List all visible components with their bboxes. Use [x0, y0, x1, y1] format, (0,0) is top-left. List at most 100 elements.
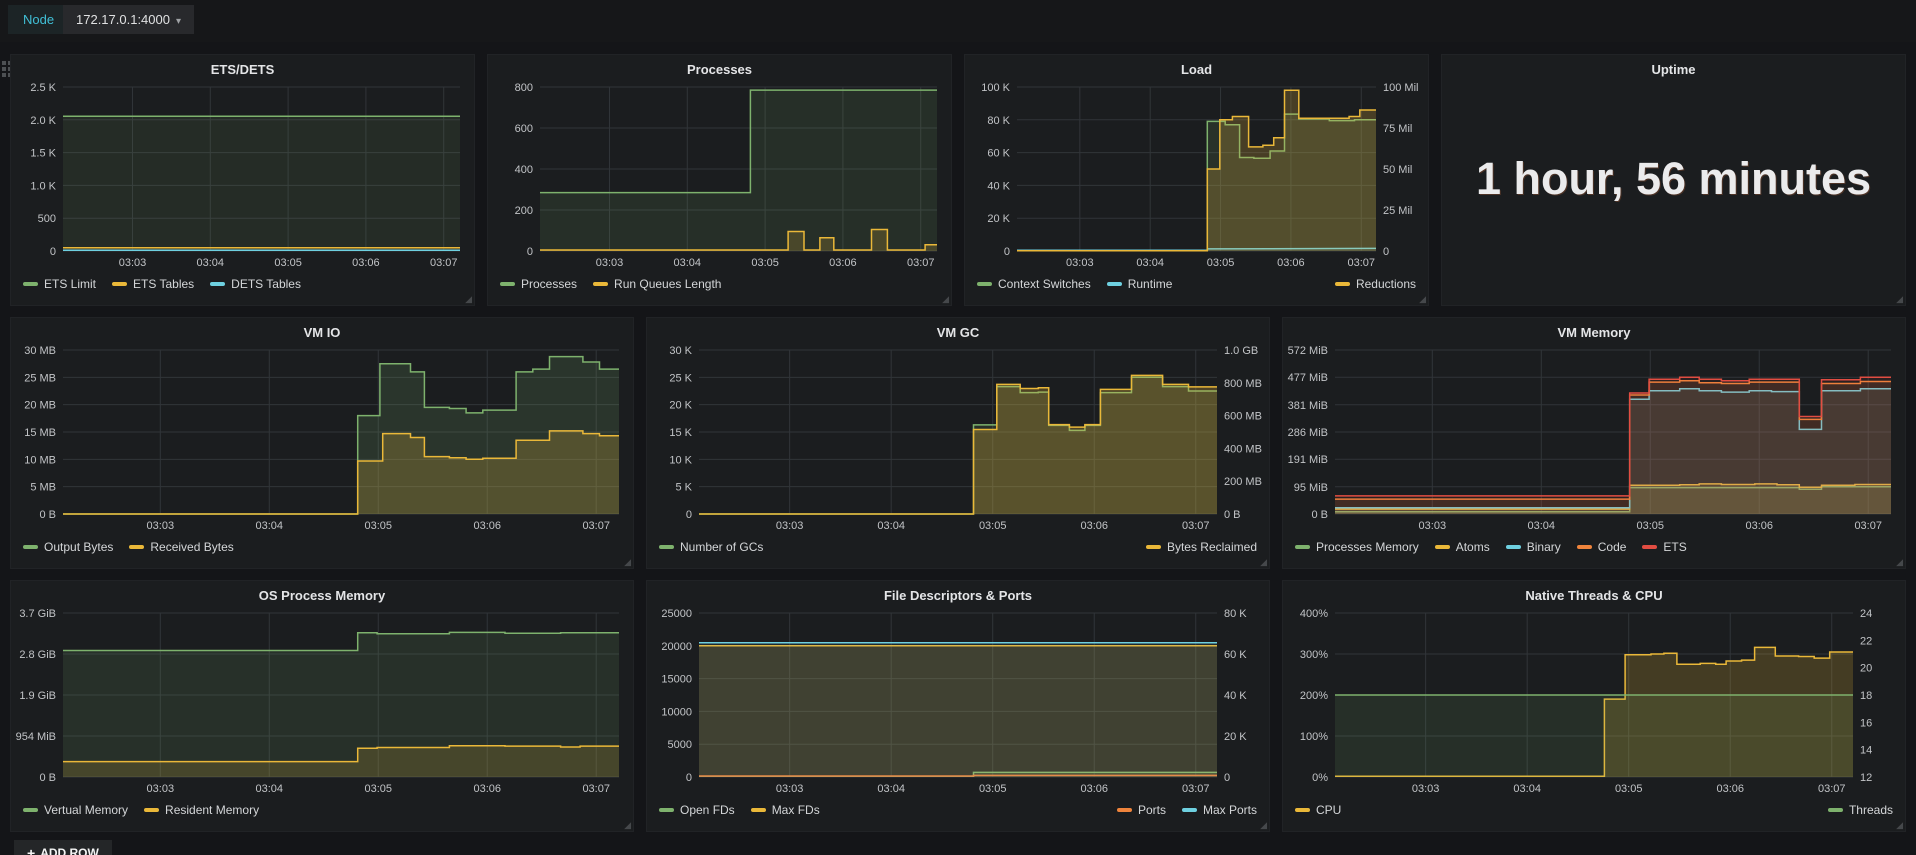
panel-title[interactable]: VM GC: [647, 318, 1269, 342]
panel-resize-handle[interactable]: ◢: [1896, 558, 1903, 567]
legend-item-max-fds[interactable]: Max FDs: [750, 803, 820, 817]
chart-canvas[interactable]: 0 B 954 MiB 1.9 GiB 2.8 GiB 3.7 GiB 03:03 03:0…: [11, 605, 633, 797]
panel-resize-handle[interactable]: ◢: [1260, 821, 1267, 830]
uptime-value: 1 hour, 56 minutes: [1475, 153, 1872, 204]
legend-item-received-bytes[interactable]: Received Bytes: [129, 540, 234, 554]
legend: Context Switches Runtime Reductions: [965, 271, 1428, 297]
y-axis-label: 0: [686, 772, 692, 784]
legend-item-number-of-gcs[interactable]: Number of GCs: [659, 540, 763, 554]
panel-resize-handle[interactable]: ◢: [624, 821, 631, 830]
chart-canvas[interactable]: 0 200 400 600 800 03:03 03:04 03:05 03:06 03:07: [488, 79, 951, 271]
chart-canvas[interactable]: 0 5000 10000 15000 20000 25000 0 20 K 40 K 60 K 80…: [647, 605, 1269, 797]
x-axis-label: 03:06: [1745, 520, 1773, 532]
panel-resize-handle[interactable]: ◢: [624, 558, 631, 567]
y-axis-right-label: 14: [1860, 745, 1872, 757]
panel-title[interactable]: Native Threads & CPU: [1283, 581, 1905, 605]
uptime-singlestat: 1 hour, 56 minutes: [1442, 79, 1905, 279]
legend-label: ETS Limit: [44, 277, 97, 291]
panel-resize-handle[interactable]: ◢: [465, 295, 472, 304]
legend-item-context-switches[interactable]: Context Switches: [977, 277, 1091, 291]
panel-title[interactable]: Uptime: [1442, 55, 1905, 79]
y-axis-label: 0%: [1312, 772, 1328, 784]
panel-title[interactable]: OS Process Memory: [11, 581, 633, 605]
panel-resize-handle[interactable]: ◢: [1896, 295, 1903, 304]
x-axis-label: 03:03: [1419, 520, 1447, 532]
x-axis-label: 03:03: [776, 783, 804, 795]
x-axis-label: 03:03: [596, 257, 624, 269]
x-axis-label: 03:04: [877, 520, 905, 532]
y-axis-label: 1.5 K: [30, 148, 56, 160]
plus-icon: +: [27, 845, 36, 855]
chart-svg: 0 B 95 MiB 191 MiB 286 MiB 381 MiB 477 MiB 572…: [1288, 345, 1891, 532]
y-axis-label: 25000: [661, 608, 692, 620]
panel-vm-io: VM IO 0 B 5 MB 10 MB 15 MB 20 MB 25 MB 30 MB 03…: [11, 318, 633, 568]
legend-item-bytes-reclaimed[interactable]: Bytes Reclaimed: [1145, 540, 1257, 554]
legend-color-swatch: [1145, 545, 1161, 549]
legend-item-atoms[interactable]: Atoms: [1434, 540, 1490, 554]
y-axis-label: 400: [515, 164, 533, 176]
chart-canvas[interactable]: 0 500 1.0 K 1.5 K 2.0 K 2.5 K 03:03 03:04 03:05 0…: [11, 79, 474, 271]
chart-canvas[interactable]: 0 20 K 40 K 60 K 80 K 100 K 0 25 Mil 50 Mil 75 Mi…: [965, 79, 1428, 271]
panel-resize-handle[interactable]: ◢: [1419, 295, 1426, 304]
add-row-button[interactable]: + ADD ROW: [14, 840, 112, 855]
legend-color-swatch: [1642, 545, 1658, 549]
legend-color-swatch: [593, 282, 609, 286]
legend-item-cpu[interactable]: CPU: [1295, 803, 1341, 817]
chart-canvas[interactable]: 0 B 95 MiB 191 MiB 286 MiB 381 MiB 477 MiB 572…: [1283, 342, 1905, 534]
panel-title[interactable]: ETS/DETS: [11, 55, 474, 79]
legend-item-ports[interactable]: Ports: [1116, 803, 1166, 817]
y-axis-label: 0: [686, 509, 692, 521]
legend-item-threads[interactable]: Threads: [1827, 803, 1893, 817]
legend-item-ets[interactable]: ETS: [1642, 540, 1687, 554]
chart-canvas[interactable]: 0 B 5 MB 10 MB 15 MB 20 MB 25 MB 30 MB 03:03 03:…: [11, 342, 633, 534]
legend-item-processes[interactable]: Processes: [500, 277, 577, 291]
legend-item-run-queues-length[interactable]: Run Queues Length: [593, 277, 721, 291]
legend-item-binary[interactable]: Binary: [1505, 540, 1561, 554]
legend-item-resident-memory[interactable]: Resident Memory: [144, 803, 259, 817]
legend-item-processes-memory[interactable]: Processes Memory: [1295, 540, 1419, 554]
legend-item-open-fds[interactable]: Open FDs: [659, 803, 735, 817]
chart-canvas[interactable]: 0 5 K 10 K 15 K 20 K 25 K 30 K 0 B 200 MB 400 MB 6…: [647, 342, 1269, 534]
dashboard-row-3: OS Process Memory 0 B 954 MiB 1.9 GiB 2.8 G…: [11, 581, 1905, 831]
x-axis-label: 03:04: [1528, 520, 1556, 532]
x-axis-label: 03:06: [1080, 783, 1108, 795]
x-axis-label: 03:06: [1716, 783, 1744, 795]
y-axis-label: 0 B: [1311, 509, 1328, 521]
x-axis-label: 03:05: [751, 257, 779, 269]
legend-item-runtime[interactable]: Runtime: [1106, 277, 1172, 291]
x-axis-label: 03:05: [1636, 520, 1664, 532]
panel-title[interactable]: Load: [965, 55, 1428, 79]
legend-color-swatch: [144, 808, 160, 812]
legend-item-ets-tables[interactable]: ETS Tables: [112, 277, 194, 291]
y-axis-right-label: 60 K: [1224, 649, 1247, 661]
x-axis-label: 03:06: [1277, 257, 1305, 269]
node-dropdown[interactable]: 172.17.0.1:4000 ▾: [63, 5, 195, 34]
y-axis-right-label: 50 Mil: [1383, 164, 1412, 176]
y-axis-label: 25 MB: [24, 372, 56, 384]
chart-svg: 0 5000 10000 15000 20000 25000 0 20 K 40 K 60 K 80…: [661, 608, 1247, 795]
top-bar: Node 172.17.0.1:4000 ▾: [0, 0, 1916, 42]
y-axis-right-label: 800 MB: [1224, 378, 1262, 390]
legend-item-code[interactable]: Code: [1576, 540, 1626, 554]
legend-item-ets-limit[interactable]: ETS Limit: [23, 277, 96, 291]
panel-title[interactable]: Processes: [488, 55, 951, 79]
panel-resize-handle[interactable]: ◢: [1260, 558, 1267, 567]
panel-resize-handle[interactable]: ◢: [942, 295, 949, 304]
legend: Number of GCs Bytes Reclaimed: [647, 534, 1269, 560]
panel-title[interactable]: VM IO: [11, 318, 633, 342]
legend-label: Resident Memory: [165, 803, 260, 817]
panel-title[interactable]: File Descriptors & Ports: [647, 581, 1269, 605]
panel-title[interactable]: VM Memory: [1283, 318, 1905, 342]
x-axis-label: 03:04: [197, 257, 225, 269]
legend-item-dets-tables[interactable]: DETS Tables: [210, 277, 301, 291]
legend: Vertual Memory Resident Memory: [11, 797, 633, 823]
legend-color-swatch: [1334, 282, 1350, 286]
legend-item-reductions[interactable]: Reductions: [1334, 277, 1416, 291]
y-axis-right-label: 100 Mil: [1383, 82, 1418, 94]
panel-resize-handle[interactable]: ◢: [1896, 821, 1903, 830]
legend-item-vertual-memory[interactable]: Vertual Memory: [23, 803, 128, 817]
chart-canvas[interactable]: 0% 100% 200% 300% 400% 12 14 16 18 20 22 24 03:03 03:…: [1283, 605, 1905, 797]
legend-item-output-bytes[interactable]: Output Bytes: [23, 540, 113, 554]
legend-color-swatch: [1576, 545, 1592, 549]
legend-item-max-ports[interactable]: Max Ports: [1181, 803, 1257, 817]
